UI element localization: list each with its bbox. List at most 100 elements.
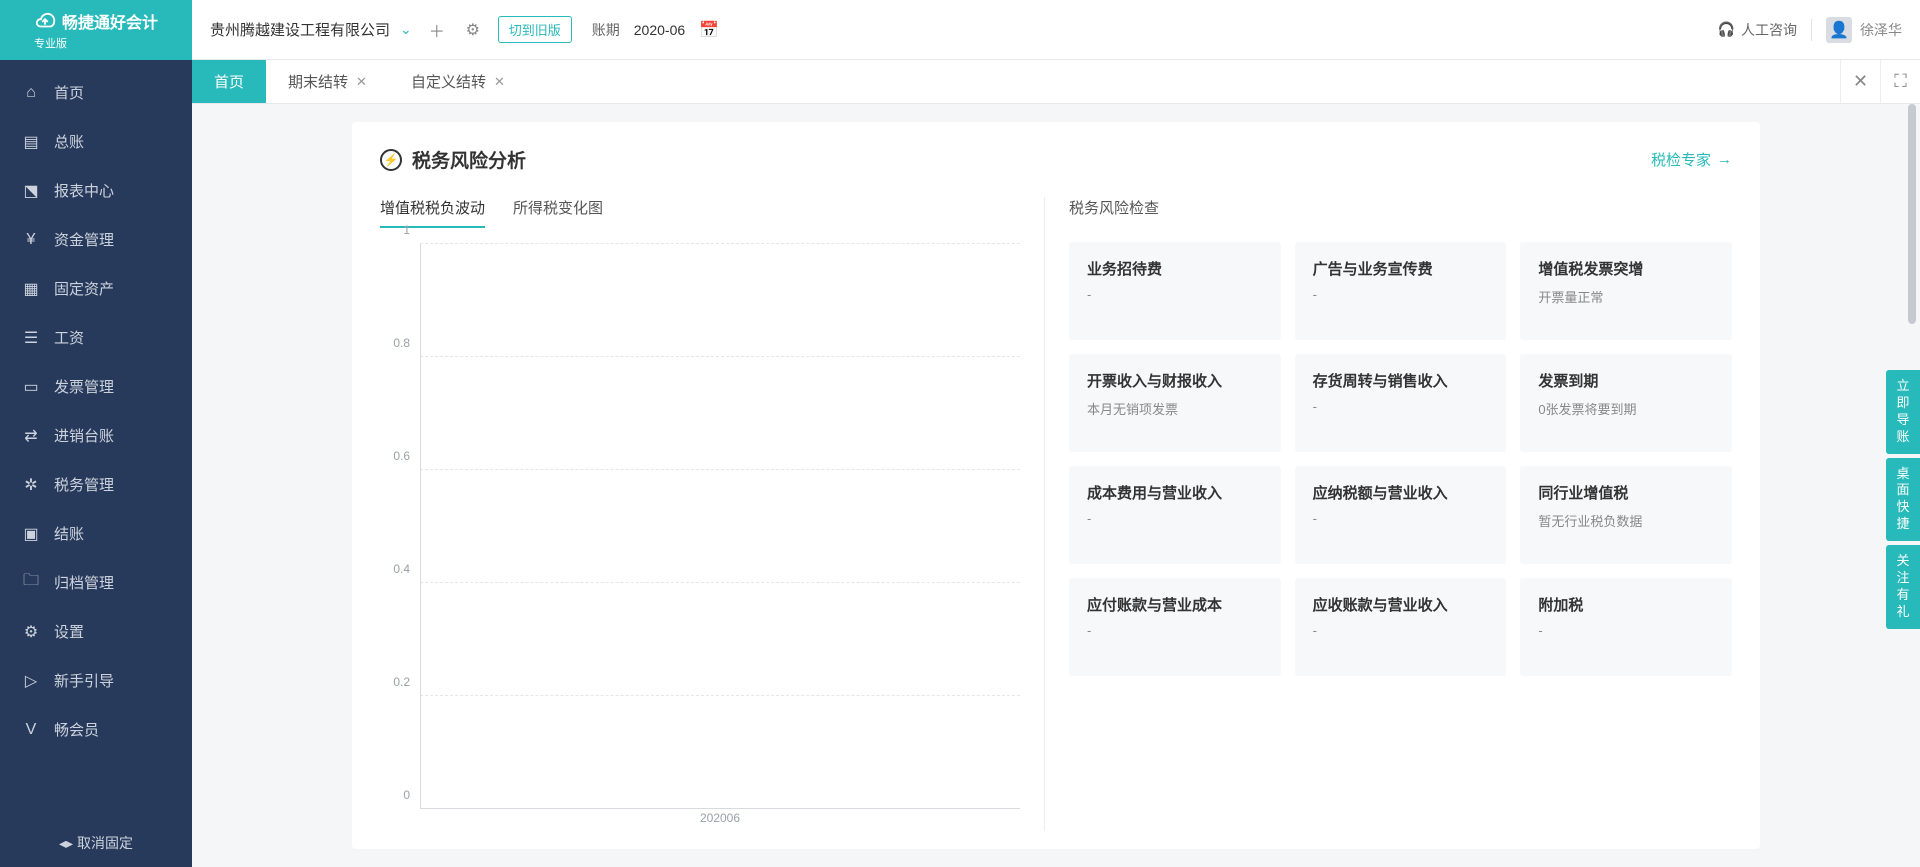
plot-border bbox=[420, 244, 1020, 809]
risk-card-value: - bbox=[1313, 511, 1489, 526]
risk-section-title: 税务风险检查 bbox=[1069, 197, 1732, 226]
content-area: ⚡ 税务风险分析 税检专家 → 增值税税负波动 所得税变化图 bbox=[192, 104, 1920, 867]
pin-toggle[interactable]: ◂▸ 取消固定 bbox=[0, 819, 192, 867]
tab-custom-close[interactable]: 自定义结转 ✕ bbox=[389, 60, 527, 103]
divider bbox=[1811, 19, 1812, 41]
risk-card[interactable]: 广告与业务宣传费- bbox=[1295, 242, 1507, 340]
risk-card-title: 开票收入与财报收入 bbox=[1087, 370, 1263, 391]
risk-card-value: - bbox=[1087, 623, 1263, 638]
chart-area: 0 0.2 0.4 0.6 0.8 1 bbox=[380, 244, 1020, 831]
close-icon[interactable]: ✕ bbox=[494, 74, 505, 90]
nav-home[interactable]: ⌂ 首页 bbox=[0, 68, 192, 117]
sidebar: 畅捷通好会计 专业版 ⌂首页 ▤总账 ⬔报表中心 ¥资金管理 ▦固定资产 ☰工资… bbox=[0, 0, 192, 867]
panel-title-text: 税务风险分析 bbox=[412, 146, 526, 173]
calendar-icon[interactable]: 📅 bbox=[699, 20, 719, 40]
risk-card-value: - bbox=[1087, 287, 1263, 302]
nav-salary[interactable]: ☰工资 bbox=[0, 313, 192, 362]
risk-card[interactable]: 业务招待费 - bbox=[1069, 242, 1281, 340]
risk-card[interactable]: 同行业增值税暂无行业税负数据 bbox=[1520, 466, 1732, 564]
risk-card-title: 应纳税额与营业收入 bbox=[1313, 482, 1489, 503]
nav-archive[interactable]: 🗀归档管理 bbox=[0, 558, 192, 607]
user-menu[interactable]: 👤 徐泽华 bbox=[1826, 17, 1902, 43]
close-all-tabs[interactable]: ✕ bbox=[1840, 60, 1880, 103]
y-tick: 0 bbox=[403, 788, 410, 802]
close-icon[interactable]: ✕ bbox=[356, 74, 367, 90]
nav-funds[interactable]: ¥资金管理 bbox=[0, 215, 192, 264]
risk-card-title: 应付账款与营业成本 bbox=[1087, 594, 1263, 615]
chart-tab-income[interactable]: 所得税变化图 bbox=[513, 197, 603, 228]
risk-card[interactable]: 应付账款与营业成本 - bbox=[1069, 578, 1281, 676]
nav-label: 结账 bbox=[54, 523, 84, 544]
risk-card-title: 应收账款与营业收入 bbox=[1313, 594, 1489, 615]
x-tick: 202006 bbox=[700, 811, 740, 825]
nav-settings[interactable]: ⚙设置 bbox=[0, 607, 192, 656]
nav-inout[interactable]: ⇄进销台账 bbox=[0, 411, 192, 460]
nav-label: 畅会员 bbox=[54, 719, 99, 740]
customer-service-link[interactable]: 🎧 人工咨询 bbox=[1718, 20, 1797, 40]
fullscreen-icon[interactable]: ⛶ bbox=[1880, 60, 1920, 103]
risk-card-value: - bbox=[1313, 287, 1489, 302]
risk-card[interactable]: 发票到期0张发票将要到期 bbox=[1520, 354, 1732, 452]
gear-icon[interactable]: ⚙ bbox=[462, 19, 484, 41]
tab-period-close[interactable]: 期末结转 ✕ bbox=[266, 60, 389, 103]
cs-label: 人工咨询 bbox=[1741, 20, 1797, 40]
home-icon: ⌂ bbox=[22, 84, 40, 102]
nav-assets[interactable]: ▦固定资产 bbox=[0, 264, 192, 313]
nav-label: 首页 bbox=[54, 82, 84, 103]
risk-card-title: 附加税 bbox=[1538, 594, 1714, 615]
archive-icon: 🗀 bbox=[22, 574, 40, 592]
company-selector[interactable]: 贵州腾越建设工程有限公司 ⌄ bbox=[210, 19, 412, 40]
nav-guide[interactable]: ▷新手引导 bbox=[0, 656, 192, 705]
risk-card[interactable]: 应收账款与营业收入- bbox=[1295, 578, 1507, 676]
chart-tabs: 增值税税负波动 所得税变化图 bbox=[380, 197, 1020, 228]
expert-link-text: 税检专家 bbox=[1651, 149, 1711, 170]
risk-card-title: 增值税发票突增 bbox=[1538, 258, 1714, 279]
headset-icon: 🎧 bbox=[1718, 21, 1735, 38]
arrow-right-icon: → bbox=[1717, 151, 1732, 168]
scrollbar[interactable] bbox=[1908, 104, 1918, 867]
period-label: 账期 bbox=[592, 20, 620, 40]
old-version-button[interactable]: 切到旧版 bbox=[498, 16, 572, 43]
risk-card[interactable]: 增值税发票突增开票量正常 bbox=[1520, 242, 1732, 340]
chart-column: 增值税税负波动 所得税变化图 0 0.2 0.4 0.6 0.8 1 bbox=[380, 197, 1020, 831]
risk-card-title: 业务招待费 bbox=[1087, 258, 1263, 279]
y-tick: 1 bbox=[403, 223, 410, 237]
nav-label: 工资 bbox=[54, 327, 84, 348]
tax-expert-link[interactable]: 税检专家 → bbox=[1651, 149, 1732, 170]
add-icon[interactable]: ＋ bbox=[426, 19, 448, 41]
risk-card-value: - bbox=[1538, 623, 1714, 638]
risk-card[interactable]: 成本费用与营业收入- bbox=[1069, 466, 1281, 564]
chart-tab-vat[interactable]: 增值税税负波动 bbox=[380, 197, 485, 228]
panel-title: ⚡ 税务风险分析 bbox=[380, 146, 526, 173]
chart-icon: ⬔ bbox=[22, 182, 40, 200]
risk-card-title: 发票到期 bbox=[1538, 370, 1714, 391]
topbar: 贵州腾越建设工程有限公司 ⌄ ＋ ⚙ 切到旧版 账期 2020-06 📅 🎧 人… bbox=[192, 0, 1920, 60]
bolt-icon: ⚡ bbox=[380, 149, 402, 171]
risk-card[interactable]: 附加税 - bbox=[1520, 578, 1732, 676]
risk-card-value: 本月无销项发票 bbox=[1087, 399, 1263, 418]
risk-card[interactable]: 开票收入与财报收入本月无销项发票 bbox=[1069, 354, 1281, 452]
nav-label: 固定资产 bbox=[54, 278, 114, 299]
scroll-thumb[interactable] bbox=[1908, 104, 1916, 324]
risk-card-value: - bbox=[1313, 399, 1489, 414]
nav-label: 新手引导 bbox=[54, 670, 114, 691]
nav-ledger[interactable]: ▤ 总账 bbox=[0, 117, 192, 166]
nav-close[interactable]: ▣结账 bbox=[0, 509, 192, 558]
risk-card[interactable]: 存货周转与销售收入- bbox=[1295, 354, 1507, 452]
nav-invoice[interactable]: ▭发票管理 bbox=[0, 362, 192, 411]
nav-tax[interactable]: ✲税务管理 bbox=[0, 460, 192, 509]
nav-reports[interactable]: ⬔报表中心 bbox=[0, 166, 192, 215]
ledger-icon: ▤ bbox=[22, 133, 40, 151]
risk-card-value: 开票量正常 bbox=[1538, 287, 1714, 306]
nav-label: 总账 bbox=[54, 131, 84, 152]
column-divider bbox=[1044, 197, 1045, 831]
nav-vip[interactable]: V畅会员 bbox=[0, 705, 192, 754]
risk-card[interactable]: 应纳税额与营业收入 - bbox=[1295, 466, 1507, 564]
risk-card-value: - bbox=[1087, 511, 1263, 526]
gear-icon: ⚙ bbox=[22, 623, 40, 641]
chevron-down-icon: ⌄ bbox=[400, 21, 412, 38]
nav-label: 进销台账 bbox=[54, 425, 114, 446]
tax-icon: ✲ bbox=[22, 476, 40, 494]
tab-home[interactable]: 首页 bbox=[192, 60, 266, 103]
cloud-icon bbox=[34, 10, 56, 32]
